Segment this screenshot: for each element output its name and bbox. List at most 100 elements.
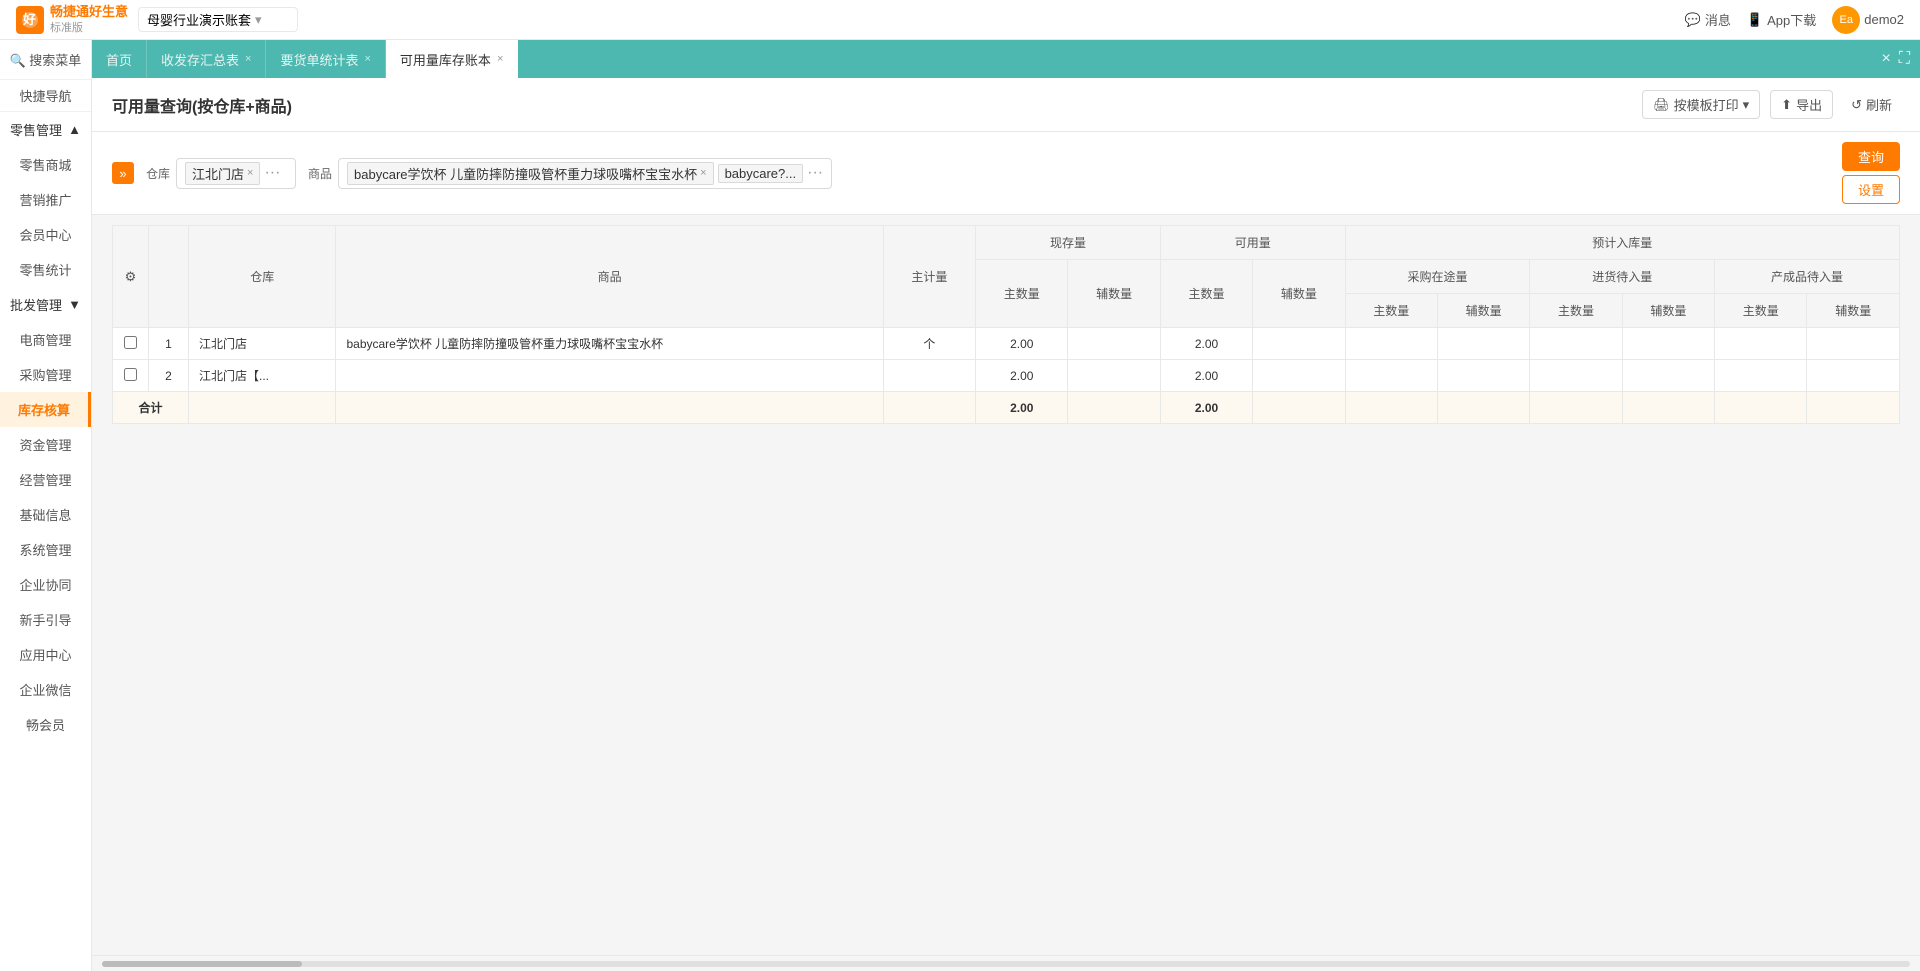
scrollbar-thumb[interactable]: [102, 961, 302, 967]
row-checkbox[interactable]: [113, 360, 149, 392]
sidebar-item-member2[interactable]: 畅会员: [0, 707, 91, 742]
filter-expand-btn[interactable]: »: [112, 162, 134, 184]
message-action[interactable]: 💬 消息: [1685, 10, 1731, 29]
warehouse-tag: 江北门店 ×: [185, 162, 260, 185]
template-print-button[interactable]: 🖨 按模板打印 ▾: [1642, 90, 1760, 119]
download-icon: 📱: [1747, 12, 1763, 28]
sidebar-item-marketing[interactable]: 营销推广: [0, 182, 91, 217]
org-selector[interactable]: 母婴行业演示账套 ▾: [138, 7, 298, 32]
product-tag1-remove[interactable]: ×: [700, 167, 706, 179]
export-button[interactable]: ⬆ 导出: [1770, 90, 1833, 119]
sidebar-item-wechat[interactable]: 企业微信: [0, 672, 91, 707]
product-filter-input[interactable]: babycare学饮杯 儿童防摔防撞吸管杯重力球吸嘴杯宝宝水杯 × babyca…: [338, 158, 832, 189]
horizontal-scrollbar[interactable]: [92, 955, 1920, 971]
table-row: 2 江北门店【... 2.00 2.00: [113, 360, 1900, 392]
table-row: 1 江北门店 babycare学饮杯 儿童防摔防撞吸管杯重力球吸嘴杯宝宝水杯 个…: [113, 328, 1900, 360]
th-planned-inbound: 预计入库量: [1345, 226, 1899, 260]
chevron-down-icon2: ▾: [1743, 97, 1750, 113]
sidebar-item-retail-mall[interactable]: 零售商城: [0, 147, 91, 182]
main-content: 首页 收发存汇总表 × 要货单统计表 × 可用量库存账本 × × ⛶: [92, 40, 1920, 971]
th-purchase: 采购在途量: [1345, 260, 1530, 294]
chevron-down-icon: ▾: [255, 12, 262, 28]
row-avail-main: 2.00: [1160, 328, 1252, 360]
row-avail-main: 2.00: [1160, 360, 1252, 392]
sidebar-group-wholesale-header[interactable]: 批发管理 ▼: [0, 287, 91, 322]
row-in-main: [1530, 328, 1622, 360]
sidebar-item-newguide[interactable]: 新手引导: [0, 602, 91, 637]
footer-in-aux: [1622, 392, 1714, 424]
quick-nav[interactable]: 快捷导航: [0, 80, 91, 112]
sidebar-item-purchase[interactable]: 采购管理: [0, 357, 91, 392]
row-checkbox[interactable]: [113, 328, 149, 360]
logo-icon: 好: [16, 6, 44, 34]
th-avail-aux: 辅数量: [1253, 260, 1345, 328]
footer-avail-aux: [1253, 392, 1345, 424]
sidebar-item-system[interactable]: 系统管理: [0, 532, 91, 567]
tab-stock-summary[interactable]: 收发存汇总表 ×: [147, 40, 266, 78]
top-bar-left: 好 畅捷通好生意 标准版 母婴行业演示账套 ▾: [16, 4, 298, 35]
arrow-up-icon: ▲: [68, 122, 81, 137]
tab-close-order-stats[interactable]: ×: [364, 53, 370, 65]
th-avail-main: 主数量: [1160, 260, 1252, 328]
setting-button[interactable]: 设置: [1842, 175, 1900, 204]
scrollbar-track: [102, 961, 1910, 967]
row-no: 2: [149, 360, 189, 392]
tab-close-all-btn[interactable]: ×: [1881, 50, 1890, 68]
sidebar-group-retail-header[interactable]: 零售管理 ▲: [0, 112, 91, 147]
refresh-button[interactable]: ↺ 刷新: [1843, 91, 1900, 118]
avatar: Ea: [1832, 6, 1860, 34]
tab-fullscreen-btn[interactable]: ⛶: [1899, 50, 1910, 68]
th-settings[interactable]: ⚙: [113, 226, 149, 328]
product-tag1: babycare学饮杯 儿童防摔防撞吸管杯重力球吸嘴杯宝宝水杯 ×: [347, 162, 714, 185]
tab-available-stock[interactable]: 可用量库存账本 ×: [386, 40, 518, 78]
sidebar-item-collab[interactable]: 企业协同: [0, 567, 91, 602]
row-stock-aux: [1068, 360, 1160, 392]
user-menu[interactable]: Ea demo2: [1832, 6, 1904, 34]
warehouse-filter-input[interactable]: 江北门店 × ···: [176, 158, 296, 189]
th-stock-aux: 辅数量: [1068, 260, 1160, 328]
row-product: [336, 360, 883, 392]
row-in-aux: [1622, 328, 1714, 360]
sidebar-item-appcenter[interactable]: 应用中心: [0, 637, 91, 672]
footer-label: 合计: [113, 392, 189, 424]
footer-avail-main: 2.00: [1160, 392, 1252, 424]
row-pur-main: [1345, 328, 1437, 360]
message-icon: 💬: [1685, 12, 1701, 28]
sidebar-search[interactable]: 🔍 搜索菜单: [0, 40, 91, 80]
row-avail-aux: [1253, 360, 1345, 392]
filter-bar: » 仓库 江北门店 × ··· 商品: [92, 132, 1920, 215]
sidebar-item-operations[interactable]: 经营管理: [0, 462, 91, 497]
th-product-in: 产成品待入量: [1715, 260, 1900, 294]
tab-home[interactable]: 首页: [92, 40, 147, 78]
product-dots[interactable]: ···: [807, 164, 823, 182]
footer-prod-aux: [1807, 392, 1900, 424]
row-product: babycare学饮杯 儿童防摔防撞吸管杯重力球吸嘴杯宝宝水杯: [336, 328, 883, 360]
sidebar-group-retail: 零售管理 ▲ 零售商城 营销推广 会员中心 零售统计: [0, 112, 91, 287]
page-header: 可用量查询(按仓库+商品) 🖨 按模板打印 ▾ ⬆ 导出 ↺ 刷新: [92, 78, 1920, 132]
tab-order-stats[interactable]: 要货单统计表 ×: [266, 40, 385, 78]
page-actions: 🖨 按模板打印 ▾ ⬆ 导出 ↺ 刷新: [1642, 90, 1900, 119]
query-button[interactable]: 查询: [1842, 142, 1900, 171]
filter-actions: 查询 设置: [1842, 142, 1900, 204]
row-prod-main: [1715, 360, 1807, 392]
sidebar-group-wholesale: 批发管理 ▼: [0, 287, 91, 322]
sidebar-item-finance[interactable]: 资金管理: [0, 427, 91, 462]
tab-close-available-stock[interactable]: ×: [497, 53, 503, 65]
product-tag2: babycare?...: [718, 164, 804, 183]
th-pur-aux: 辅数量: [1437, 294, 1529, 328]
sidebar-item-basics[interactable]: 基础信息: [0, 497, 91, 532]
sidebar-item-ecommerce[interactable]: 电商管理: [0, 322, 91, 357]
th-inbound: 进货待入量: [1530, 260, 1715, 294]
sidebar: 🔍 搜索菜单 快捷导航 零售管理 ▲ 零售商城 营销推广 会员中心 零售统计 批…: [0, 40, 92, 971]
app-download-action[interactable]: 📱 App下载: [1747, 10, 1816, 29]
footer-pur-main: [1345, 392, 1437, 424]
sidebar-item-member[interactable]: 会员中心: [0, 217, 91, 252]
tab-close-stock-summary[interactable]: ×: [245, 53, 251, 65]
footer-empty1: [189, 392, 336, 424]
th-stock-main: 主数量: [976, 260, 1068, 328]
warehouse-tag-remove[interactable]: ×: [247, 167, 253, 179]
sidebar-item-retail-stats[interactable]: 零售统计: [0, 252, 91, 287]
sidebar-item-inventory[interactable]: 库存核算: [0, 392, 91, 427]
warehouse-dots[interactable]: ···: [264, 164, 280, 182]
row-warehouse: 江北门店【...: [189, 360, 336, 392]
